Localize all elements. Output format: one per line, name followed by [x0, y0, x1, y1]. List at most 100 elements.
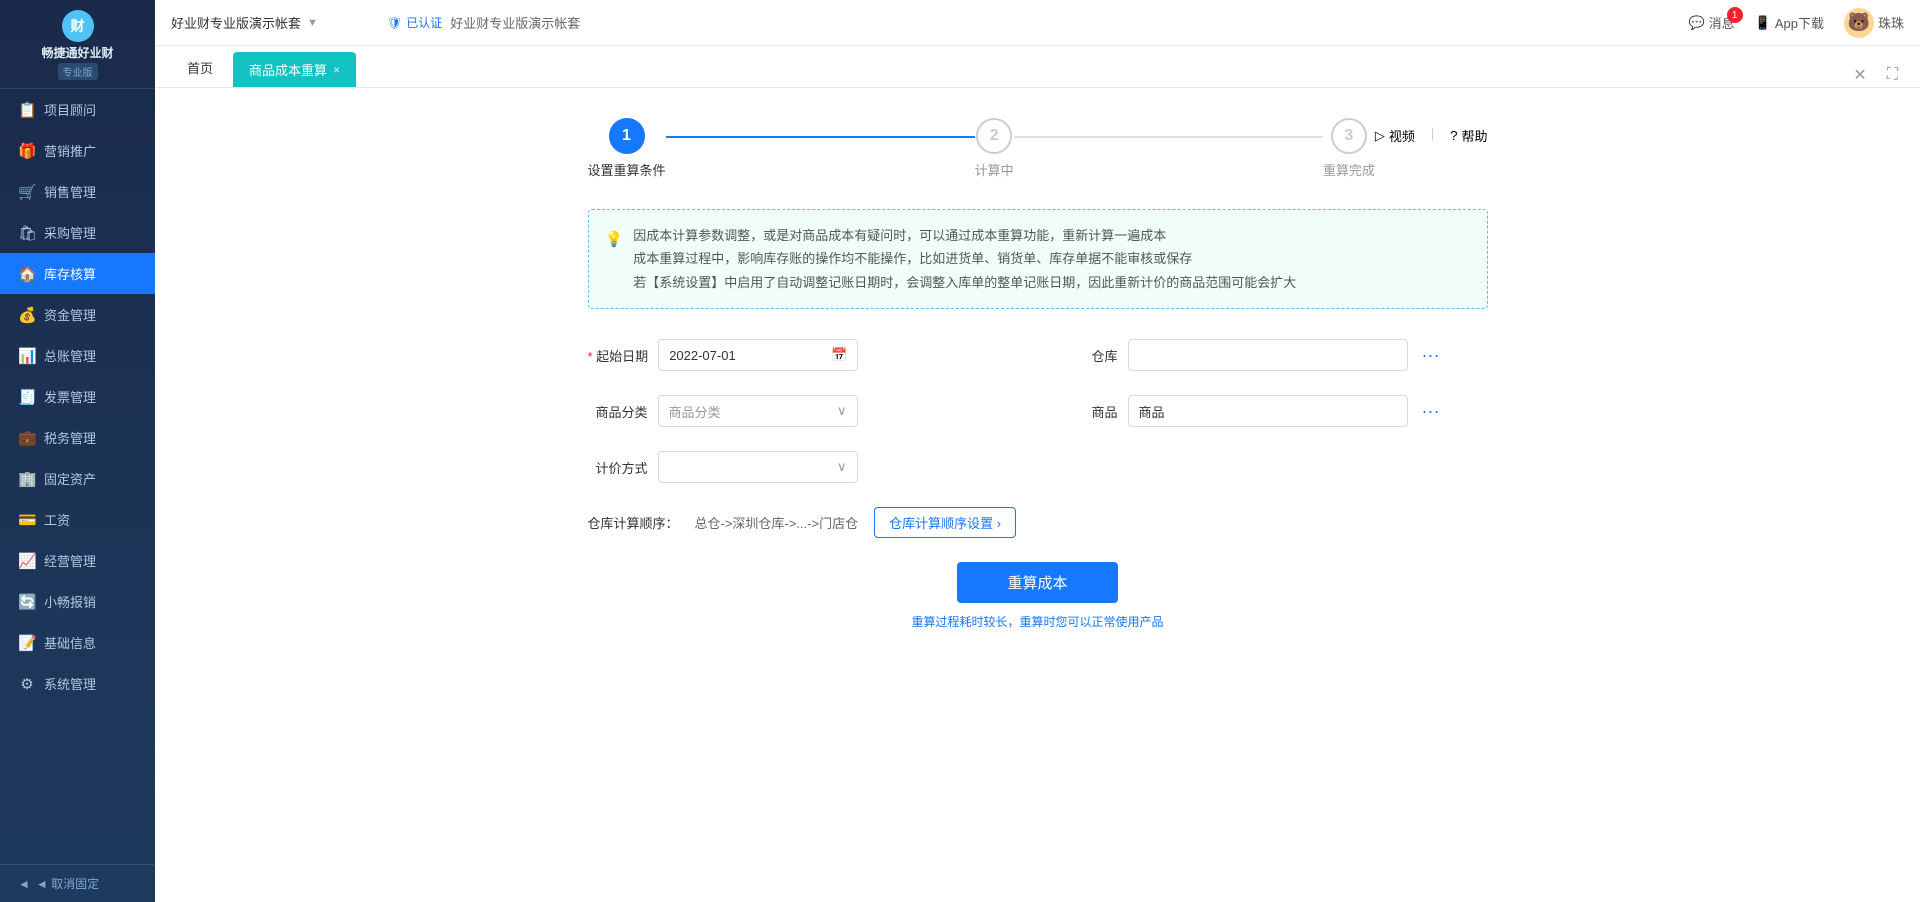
sidebar-item-system[interactable]: ⚙ 系统管理	[0, 663, 155, 704]
sidebar-item-marketing[interactable]: 🎁 营销推广	[0, 130, 155, 171]
sidebar-item-purchase[interactable]: 🛍 采购管理	[0, 212, 155, 253]
product-field: 商品 商品 ···	[1058, 395, 1488, 427]
video-label: 视频	[1389, 126, 1415, 145]
sidebar-item-expense[interactable]: 🔄 小畅报销	[0, 581, 155, 622]
app-download-label: App下载	[1775, 13, 1824, 32]
payroll-icon: 💳	[18, 511, 36, 529]
finance-icon: 💰	[18, 306, 36, 324]
sidebar-item-operation[interactable]: 📈 经营管理	[0, 540, 155, 581]
product-more-icon[interactable]: ···	[1422, 401, 1440, 422]
warehouse-label: 仓库	[1058, 346, 1118, 365]
tab-cost-recalc[interactable]: 商品成本重算 ×	[233, 52, 356, 87]
start-date-input[interactable]: 2022-07-01 📅	[658, 339, 858, 371]
sidebar-item-label: 资金管理	[44, 305, 96, 324]
calendar-icon[interactable]: 📅	[831, 347, 847, 363]
sidebar-item-invoice[interactable]: 🧾 发票管理	[0, 376, 155, 417]
step-3: 3 重算完成	[1323, 118, 1375, 179]
sidebar-item-label: 税务管理	[44, 428, 96, 447]
start-date-value: 2022-07-01	[669, 348, 823, 363]
close-window-icon[interactable]: ✕	[1847, 63, 1872, 87]
assets-icon: 🏢	[18, 470, 36, 488]
video-helper-button[interactable]: ▷ 视频	[1375, 126, 1415, 145]
sidebar-item-label: 基础信息	[44, 633, 96, 652]
sidebar-item-accounting[interactable]: 📊 总账管理	[0, 335, 155, 376]
category-chevron-icon: ∨	[837, 403, 847, 419]
sidebar-item-payroll[interactable]: 💳 工资	[0, 499, 155, 540]
system-icon: ⚙	[18, 675, 36, 693]
sidebar-item-label: 发票管理	[44, 387, 96, 406]
tab-close-icon[interactable]: ×	[333, 63, 340, 77]
form-row-3: 计价方式 ∨	[588, 451, 1488, 483]
user-name: 珠珠	[1878, 13, 1904, 32]
tab-home[interactable]: 首页	[171, 50, 229, 87]
app-logo: 财 畅捷通好业财 专业版	[0, 0, 155, 89]
message-button[interactable]: 💬 消息 1	[1688, 13, 1734, 32]
expand-window-icon[interactable]: ⛶	[1881, 64, 1904, 86]
accounting-icon: 📊	[18, 347, 36, 365]
info-box: 💡 因成本计算参数调整，或是对商品成本有疑问时，可以通过成本重算功能，重新计算一…	[588, 209, 1488, 309]
app-download-button[interactable]: 📱 App下载	[1755, 13, 1824, 32]
account-name: 好业财专业版演示帐套	[171, 13, 301, 32]
topbar: 好业财专业版演示帐套 ▼ 🛡 已认证 好业财专业版演示帐套 💬 消息 1 📱 A…	[155, 0, 1920, 46]
sidebar-item-finance[interactable]: 💰 资金管理	[0, 294, 155, 335]
recalc-button[interactable]: 重算成本	[957, 562, 1117, 603]
purchase-icon: 🛍	[18, 224, 36, 242]
recalc-section: 重算成本 重算过程耗时较长，重算时您可以正常使用产品	[588, 562, 1488, 630]
message-badge: 1	[1727, 7, 1743, 23]
company-name: 好业财专业版演示帐套	[450, 13, 580, 32]
marketing-icon: 🎁	[18, 142, 36, 160]
tax-icon: 💼	[18, 429, 36, 447]
warehouse-order-label: 仓库计算顺序：	[588, 513, 679, 532]
sidebar-item-basic[interactable]: 📝 基础信息	[0, 622, 155, 663]
category-field: 商品分类 商品分类 ∨	[588, 395, 1018, 427]
warehouse-input[interactable]	[1128, 339, 1408, 371]
category-placeholder: 商品分类	[669, 402, 721, 421]
category-label: 商品分类	[588, 402, 648, 421]
sidebar-item-label: 固定资产	[44, 469, 96, 488]
account-chevron-icon: ▼	[307, 17, 318, 29]
price-method-label: 计价方式	[588, 458, 648, 477]
warehouse-more-icon[interactable]: ···	[1422, 345, 1440, 366]
sidebar-pin-toggle[interactable]: ◄ ◄ 取消固定	[0, 864, 155, 902]
invoice-icon: 🧾	[18, 388, 36, 406]
pin-icon: ◄	[18, 877, 30, 891]
step-3-label: 重算完成	[1323, 160, 1375, 179]
basic-icon: 📝	[18, 634, 36, 652]
topbar-right: 💬 消息 1 📱 App下载 🐻 珠珠	[1688, 8, 1904, 38]
operation-icon: 📈	[18, 552, 36, 570]
price-method-select[interactable]: ∨	[658, 451, 858, 483]
info-icon: 💡	[605, 226, 624, 294]
recalc-hint: 重算过程耗时较长，重算时您可以正常使用产品	[588, 613, 1488, 630]
mobile-icon: 📱	[1755, 15, 1771, 31]
sidebar-item-label: 小畅报销	[44, 592, 96, 611]
window-controls: ✕ ⛶	[1847, 63, 1904, 87]
info-line-3: 若【系统设置】中启用了自动调整记账日期时，会调整入库单的整单记账日期，因此重新计…	[633, 271, 1296, 294]
sidebar-item-assets[interactable]: 🏢 固定资产	[0, 458, 155, 499]
project-icon: 📋	[18, 101, 36, 119]
start-date-label: 起始日期	[588, 346, 649, 365]
sidebar-item-sales[interactable]: 🛒 销售管理	[0, 171, 155, 212]
sidebar-item-tax[interactable]: 💼 税务管理	[0, 417, 155, 458]
expense-icon: 🔄	[18, 593, 36, 611]
sidebar-item-inventory[interactable]: 🏠 库存核算	[0, 253, 155, 294]
logo-icon: 财	[62, 10, 94, 42]
step-1: 1 设置重算条件	[588, 118, 666, 179]
step-connector-2	[1014, 136, 1323, 138]
sidebar-item-label: 采购管理	[44, 223, 96, 242]
user-avatar-button[interactable]: 🐻 珠珠	[1844, 8, 1904, 38]
step-1-label: 设置重算条件	[588, 160, 666, 179]
price-method-chevron-icon: ∨	[837, 459, 847, 475]
info-line-1: 因成本计算参数调整，或是对商品成本有疑问时，可以通过成本重算功能，重新计算一遍成…	[633, 224, 1296, 247]
account-selector[interactable]: 好业财专业版演示帐套 ▼	[171, 13, 371, 32]
product-input[interactable]: 商品	[1128, 395, 1408, 427]
warehouse-order-setting-button[interactable]: 仓库计算顺序设置 ›	[874, 507, 1016, 538]
sidebar-item-label: 营销推广	[44, 141, 96, 160]
category-select[interactable]: 商品分类 ∨	[658, 395, 858, 427]
sidebar-item-project[interactable]: 📋 项目顾问	[0, 89, 155, 130]
tabbar: 首页 商品成本重算 × ✕ ⛶	[155, 46, 1920, 88]
sidebar-item-label: 工资	[44, 510, 70, 529]
pin-label: ◄ 取消固定	[36, 875, 99, 892]
sidebar-item-label: 项目顾问	[44, 100, 96, 119]
sales-icon: 🛒	[18, 183, 36, 201]
help-button[interactable]: ? 帮助	[1450, 126, 1487, 145]
